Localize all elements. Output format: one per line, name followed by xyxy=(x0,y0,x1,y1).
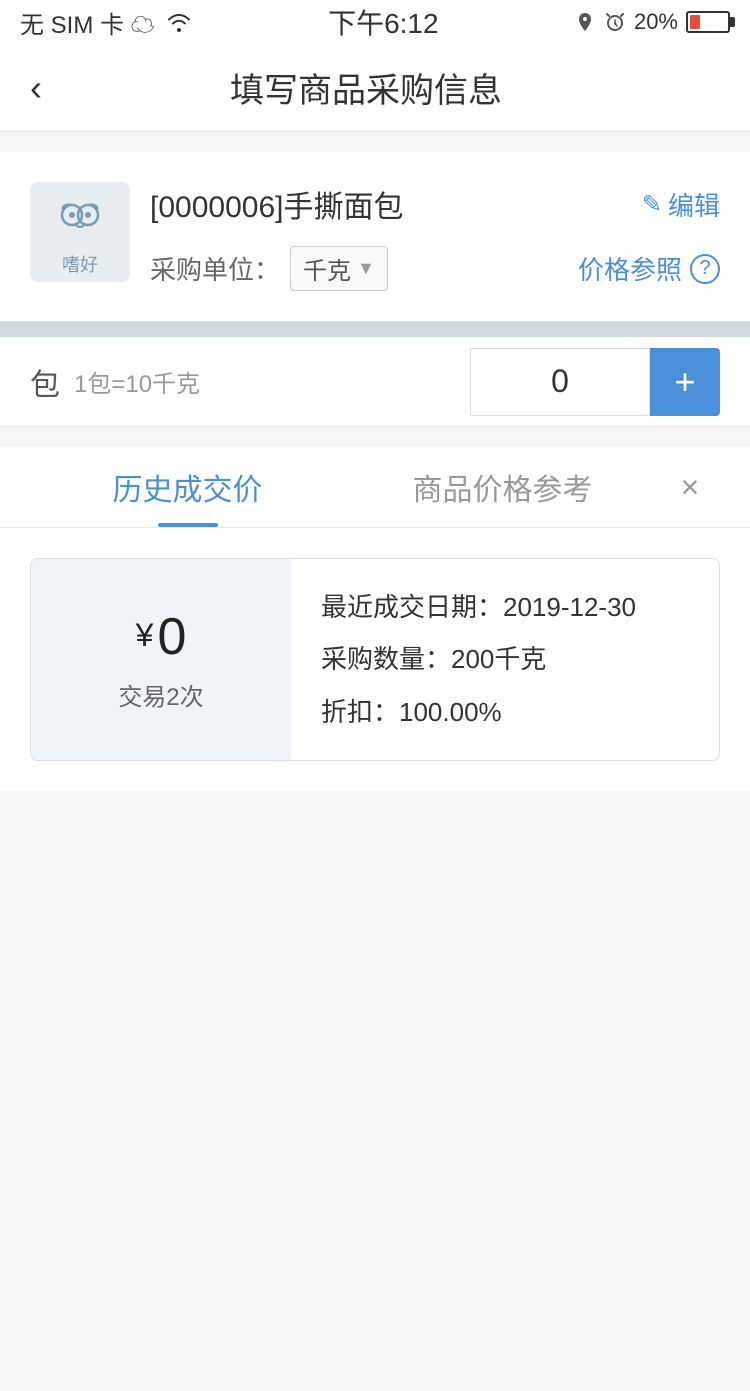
bottom-space xyxy=(0,791,750,1391)
history-card-right: 最近成交日期：2019-12-30 采购数量：200千克 折扣：100.00% xyxy=(291,559,719,760)
price-amount: 0 xyxy=(157,607,186,667)
tab-history-price[interactable]: 历史成交价 xyxy=(30,447,345,527)
edit-icon: ✎ xyxy=(642,190,662,219)
product-logo-icon xyxy=(50,187,110,247)
history-card-left: ¥ 0 交易2次 xyxy=(31,559,291,760)
tab-bar: 历史成交价 商品价格参考 × xyxy=(0,447,750,528)
edit-label: 编辑 xyxy=(668,186,720,223)
qty-value: 200千克 xyxy=(451,644,546,674)
tab-section: 历史成交价 商品价格参考 × ¥ 0 交易2次 最近成交日期：2019-12-3… xyxy=(0,447,750,791)
discount-value: 100.00% xyxy=(399,697,502,727)
alarm-icon xyxy=(604,11,626,33)
history-price: ¥ 0 xyxy=(136,607,187,667)
quantity-input-wrap[interactable] xyxy=(470,348,650,416)
caret-icon: ▼ xyxy=(357,258,375,279)
status-left: 无 SIM 卡 ☁ xyxy=(20,5,193,40)
price-ref-label: 价格参照 xyxy=(578,250,682,287)
battery-percent: 20% xyxy=(634,9,678,35)
unit-convert-text: 1包=10千克 xyxy=(74,364,200,399)
quantity-unit-info: 包 1包=10千克 xyxy=(30,360,200,404)
qty-label: 采购数量： xyxy=(321,644,451,674)
gray-divider xyxy=(0,321,750,337)
discount-label: 折扣： xyxy=(321,697,399,727)
history-card: ¥ 0 交易2次 最近成交日期：2019-12-30 采购数量：200千克 折扣… xyxy=(30,558,720,761)
location-icon xyxy=(574,11,596,33)
product-logo: 嗜好 xyxy=(30,182,130,282)
product-logo-text: 嗜好 xyxy=(62,251,98,277)
tab-history-label: 历史成交价 xyxy=(113,465,263,509)
unit-tag[interactable]: 千克 ▼ xyxy=(290,246,388,291)
quantity-row: 包 1包=10千克 + xyxy=(0,337,750,427)
status-time: 下午6:12 xyxy=(328,2,439,42)
history-content: ¥ 0 交易2次 最近成交日期：2019-12-30 采购数量：200千克 折扣… xyxy=(0,528,750,791)
tab-product-price-ref[interactable]: 商品价格参考 xyxy=(345,447,660,527)
battery-icon xyxy=(686,11,730,33)
price-symbol: ¥ xyxy=(136,617,154,654)
date-label: 最近成交日期： xyxy=(321,592,503,622)
quantity-input[interactable] xyxy=(471,363,649,400)
trade-count: 交易2次 xyxy=(118,677,203,712)
status-bar: 无 SIM 卡 ☁ 下午6:12 20% xyxy=(0,0,750,44)
date-value: 2019-12-30 xyxy=(503,592,636,622)
plus-button[interactable]: + xyxy=(650,348,720,416)
tab-product-label: 商品价格参考 xyxy=(413,465,593,509)
edit-button[interactable]: ✎ 编辑 xyxy=(642,186,720,223)
wifi-icon xyxy=(165,10,193,34)
unit-label: 采购单位： xyxy=(150,250,280,287)
trade-discount-row: 折扣：100.00% xyxy=(321,694,689,730)
trade-qty-row: 采购数量：200千克 xyxy=(321,641,689,677)
help-icon: ? xyxy=(690,254,720,284)
page-title: 填写商品采购信息 xyxy=(62,63,670,112)
product-meta: 采购单位： 千克 ▼ 价格参照 ? xyxy=(150,246,720,291)
product-header: [0000006]手撕面包 ✎ 编辑 xyxy=(150,182,720,226)
price-ref-button[interactable]: 价格参照 ? xyxy=(578,250,720,287)
tab-close-button[interactable]: × xyxy=(660,457,720,517)
status-right: 20% xyxy=(574,9,730,35)
unit-box-label: 包 xyxy=(30,360,60,404)
nav-bar: ‹ 填写商品采购信息 xyxy=(0,44,750,132)
unit-value: 千克 xyxy=(303,251,351,286)
product-section: 嗜好 [0000006]手撕面包 ✎ 编辑 采购单位： 千克 ▼ 价格参照 ? xyxy=(0,152,750,321)
sim-label: 无 SIM 卡 ☁ xyxy=(20,5,155,40)
trade-date-row: 最近成交日期：2019-12-30 xyxy=(321,589,689,625)
product-name: [0000006]手撕面包 xyxy=(150,182,403,226)
product-info: [0000006]手撕面包 ✎ 编辑 采购单位： 千克 ▼ 价格参照 ? xyxy=(150,182,720,291)
back-button[interactable]: ‹ xyxy=(30,57,62,119)
quantity-controls[interactable]: + xyxy=(470,348,720,416)
unit-selector[interactable]: 采购单位： 千克 ▼ xyxy=(150,246,388,291)
